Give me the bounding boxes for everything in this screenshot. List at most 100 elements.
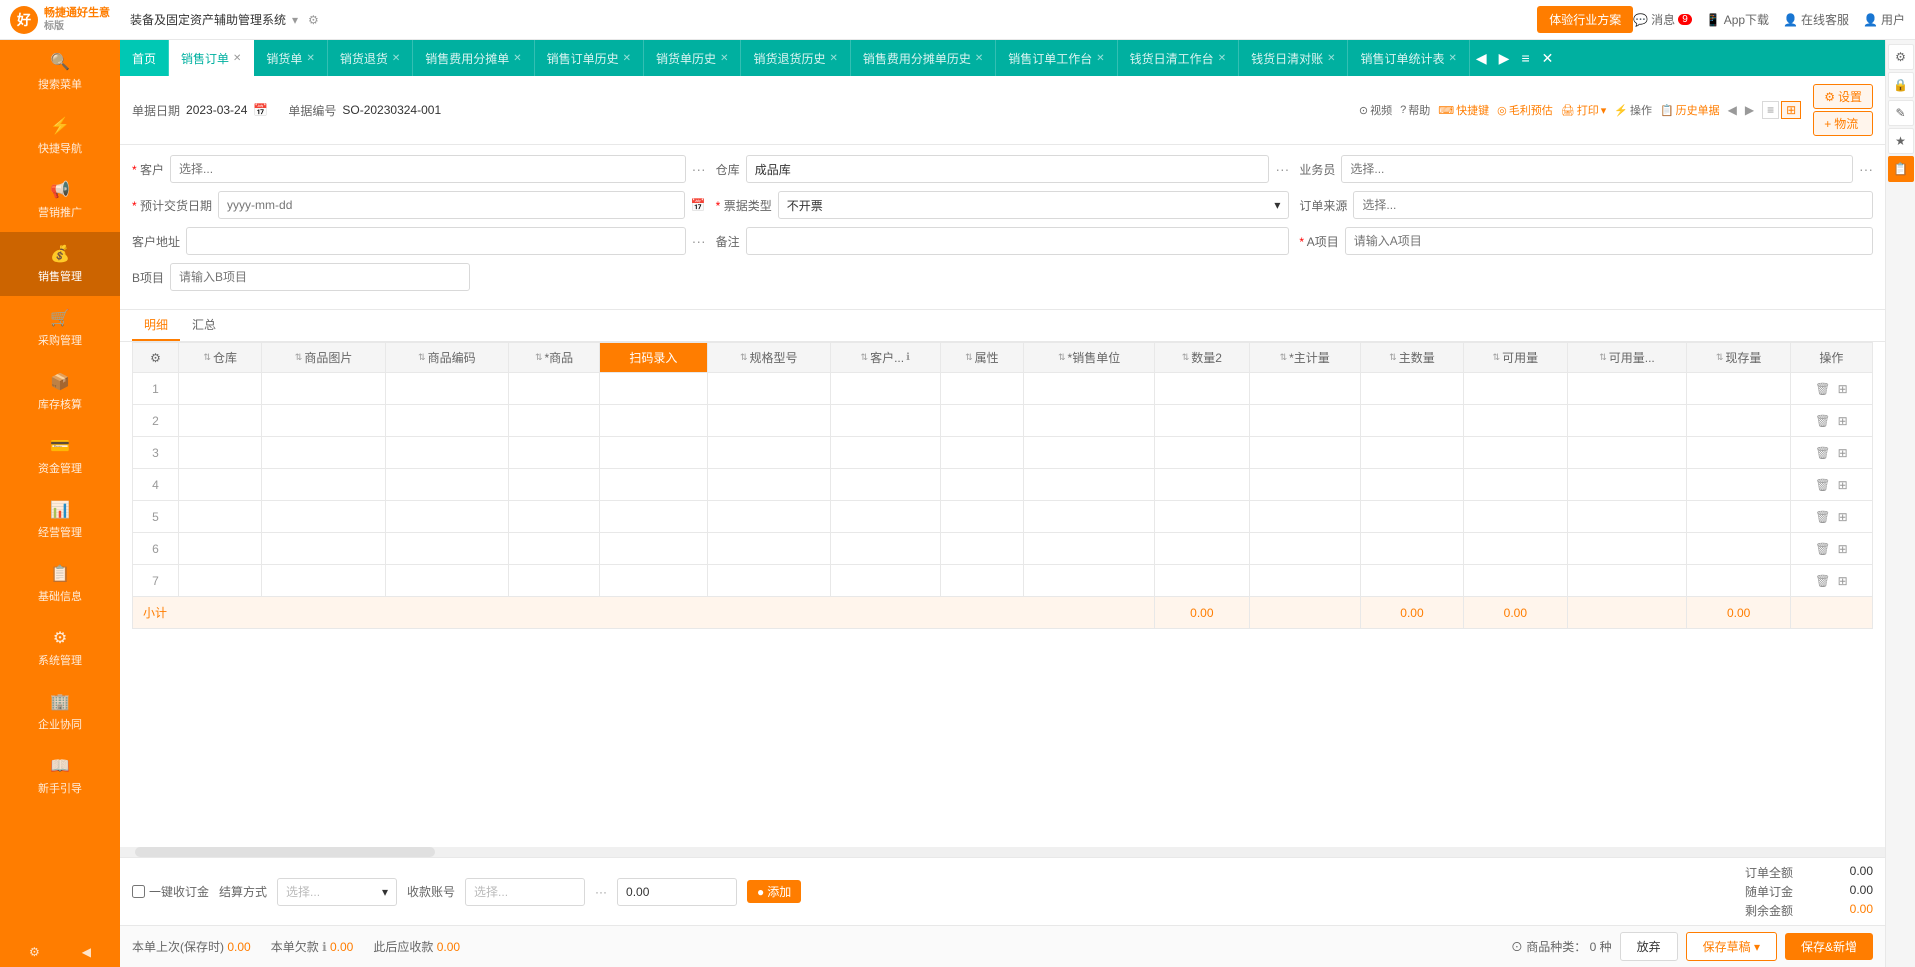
horizontal-scrollbar[interactable] bbox=[120, 847, 1885, 857]
current-order-info-icon[interactable]: ℹ bbox=[322, 940, 327, 954]
save-draft-btn[interactable]: 保存草稿 ▾ bbox=[1686, 932, 1777, 961]
tab-sales-stats[interactable]: 销售订单统计表 ✕ bbox=[1348, 40, 1469, 76]
staff-input[interactable] bbox=[1341, 155, 1853, 183]
row-6-unit[interactable] bbox=[1024, 533, 1155, 565]
row-2-code[interactable] bbox=[385, 405, 508, 437]
tab-sales-history-close[interactable]: ✕ bbox=[720, 53, 728, 64]
tabs-next-btn[interactable]: ▶ bbox=[1493, 50, 1516, 67]
tab-cash-reconcile[interactable]: 钱货日清对账 ✕ bbox=[1239, 40, 1348, 76]
tab-workbench[interactable]: 销售订单工作台 ✕ bbox=[996, 40, 1117, 76]
row-3-unit[interactable] bbox=[1024, 437, 1155, 469]
row-3-code[interactable] bbox=[385, 437, 508, 469]
row-7-warehouse[interactable] bbox=[178, 565, 262, 597]
row-6-warehouse[interactable] bbox=[178, 533, 262, 565]
row-3-copy-icon[interactable]: ⊞ bbox=[1838, 446, 1848, 460]
tab-sales-return-close[interactable]: ✕ bbox=[306, 53, 314, 64]
deposit-checkbox-label[interactable]: 一键收订金 bbox=[132, 883, 209, 900]
row-5-spec[interactable] bbox=[707, 501, 830, 533]
right-icon-star[interactable]: ★ bbox=[1888, 128, 1914, 154]
sidebar-item-guide[interactable]: 📖 新手引导 bbox=[0, 744, 120, 808]
row-5-copy-icon[interactable]: ⊞ bbox=[1838, 510, 1848, 524]
tab-cash-workbench[interactable]: 钱货日清工作台 ✕ bbox=[1118, 40, 1239, 76]
row-7-main-unit[interactable] bbox=[1249, 565, 1360, 597]
row-6-customer-code[interactable] bbox=[830, 533, 940, 565]
th-product-sort-icon[interactable]: ⇅ bbox=[535, 352, 543, 363]
row-2-warehouse[interactable] bbox=[178, 405, 262, 437]
customer-dots[interactable]: ··· bbox=[692, 161, 706, 177]
row-2-qty2[interactable] bbox=[1155, 405, 1250, 437]
print-link[interactable]: 🖨 打印 ▾ bbox=[1561, 102, 1607, 118]
row-6-copy-icon[interactable]: ⊞ bbox=[1838, 542, 1848, 556]
tab-sales-order[interactable]: 销售订单 ✕ bbox=[169, 40, 254, 76]
tab-workbench-close[interactable]: ✕ bbox=[1096, 53, 1104, 64]
row-2-attr[interactable] bbox=[940, 405, 1024, 437]
payment-dots[interactable]: ··· bbox=[595, 885, 607, 899]
th-attr-sort-icon[interactable]: ⇅ bbox=[965, 352, 973, 363]
row-6-main-unit[interactable] bbox=[1249, 533, 1360, 565]
row-6-main-qty[interactable] bbox=[1360, 533, 1463, 565]
th-main-unit-sort-icon[interactable]: ⇅ bbox=[1280, 352, 1288, 363]
row-7-code[interactable] bbox=[385, 565, 508, 597]
th-unit-sort-icon[interactable]: ⇅ bbox=[1058, 352, 1066, 363]
tab-fee-history[interactable]: 销售费用分摊单历史 ✕ bbox=[851, 40, 996, 76]
date-value[interactable]: 2023-03-24 bbox=[186, 103, 247, 117]
row-4-product[interactable] bbox=[508, 469, 599, 501]
row-2-customer-code[interactable] bbox=[830, 405, 940, 437]
right-icon-edit[interactable]: ✎ bbox=[1888, 100, 1914, 126]
tab-sales-return[interactable]: 销货单 ✕ bbox=[254, 40, 327, 76]
sidebar-item-sales[interactable]: 💰 销售管理 bbox=[0, 232, 120, 296]
row-6-code[interactable] bbox=[385, 533, 508, 565]
tab-sales-refund-close[interactable]: ✕ bbox=[392, 53, 400, 64]
b-project-input[interactable] bbox=[170, 263, 470, 291]
tab-fee-split-close[interactable]: ✕ bbox=[513, 53, 521, 64]
row-2-main-qty[interactable] bbox=[1360, 405, 1463, 437]
prev-record-btn[interactable]: ◀ bbox=[1728, 103, 1737, 117]
sidebar-item-quick-nav[interactable]: ⚡ 快捷导航 bbox=[0, 104, 120, 168]
row-5-product[interactable] bbox=[508, 501, 599, 533]
th-qty2-sort-icon[interactable]: ⇅ bbox=[1182, 352, 1190, 363]
row-1-qty2[interactable] bbox=[1155, 373, 1250, 405]
settings-icon[interactable]: ⚙ bbox=[308, 13, 319, 27]
row-5-main-unit[interactable] bbox=[1249, 501, 1360, 533]
user-btn[interactable]: 👤 用户 bbox=[1863, 11, 1905, 28]
payment-method-select[interactable]: 选择... ▾ bbox=[277, 878, 397, 906]
row-4-copy-icon[interactable]: ⊞ bbox=[1838, 478, 1848, 492]
address-dots[interactable]: ··· bbox=[692, 233, 706, 249]
row-2-spec[interactable] bbox=[707, 405, 830, 437]
account-select[interactable]: 选择... bbox=[465, 878, 585, 906]
customer-input[interactable] bbox=[170, 155, 686, 183]
save-new-btn[interactable]: 保存&新增 bbox=[1785, 933, 1873, 960]
tabs-close-btn[interactable]: ✕ bbox=[1536, 50, 1560, 67]
row-7-main-qty[interactable] bbox=[1360, 565, 1463, 597]
online-service-btn[interactable]: 👤 在线客服 bbox=[1783, 11, 1849, 28]
tab-sales-refund[interactable]: 销货退货 ✕ bbox=[328, 40, 413, 76]
staff-dots[interactable]: ··· bbox=[1859, 161, 1873, 177]
row-3-spec[interactable] bbox=[707, 437, 830, 469]
th-image-sort-icon[interactable]: ⇅ bbox=[295, 352, 303, 363]
tab-cash-workbench-close[interactable]: ✕ bbox=[1218, 53, 1226, 64]
row-2-copy-icon[interactable]: ⊞ bbox=[1838, 414, 1848, 428]
row-7-unit[interactable] bbox=[1024, 565, 1155, 597]
operate-link[interactable]: ⚡ 操作 bbox=[1614, 102, 1652, 118]
card-view-icon[interactable]: ⊞ bbox=[1781, 101, 1801, 119]
row-4-code[interactable] bbox=[385, 469, 508, 501]
row-6-product[interactable] bbox=[508, 533, 599, 565]
row-5-customer-code[interactable] bbox=[830, 501, 940, 533]
add-logistics-btn[interactable]: + 物流 bbox=[1813, 111, 1873, 136]
th-warehouse-sort-icon[interactable]: ⇅ bbox=[203, 352, 211, 363]
row-1-code[interactable] bbox=[385, 373, 508, 405]
right-icon-settings[interactable]: ⚙ bbox=[1888, 44, 1914, 70]
row-3-warehouse[interactable] bbox=[178, 437, 262, 469]
sidebar-item-search[interactable]: 🔍 搜索菜单 bbox=[0, 40, 120, 104]
right-icon-lock[interactable]: 🔒 bbox=[1888, 72, 1914, 98]
system-dropdown-icon[interactable]: ▾ bbox=[292, 13, 298, 27]
next-record-btn[interactable]: ▶ bbox=[1745, 103, 1754, 117]
row-7-delete-icon[interactable]: 🗑 bbox=[1815, 574, 1830, 588]
th-settings[interactable]: ⚙ bbox=[133, 343, 179, 373]
th-stock-sort-icon[interactable]: ⇅ bbox=[1716, 352, 1724, 363]
tab-refund-history[interactable]: 销货退货历史 ✕ bbox=[741, 40, 850, 76]
sub-tab-summary[interactable]: 汇总 bbox=[180, 310, 228, 341]
row-1-delete-icon[interactable]: 🗑 bbox=[1815, 382, 1830, 396]
row-4-qty2[interactable] bbox=[1155, 469, 1250, 501]
save-draft-dropdown-icon[interactable]: ▾ bbox=[1754, 940, 1760, 954]
